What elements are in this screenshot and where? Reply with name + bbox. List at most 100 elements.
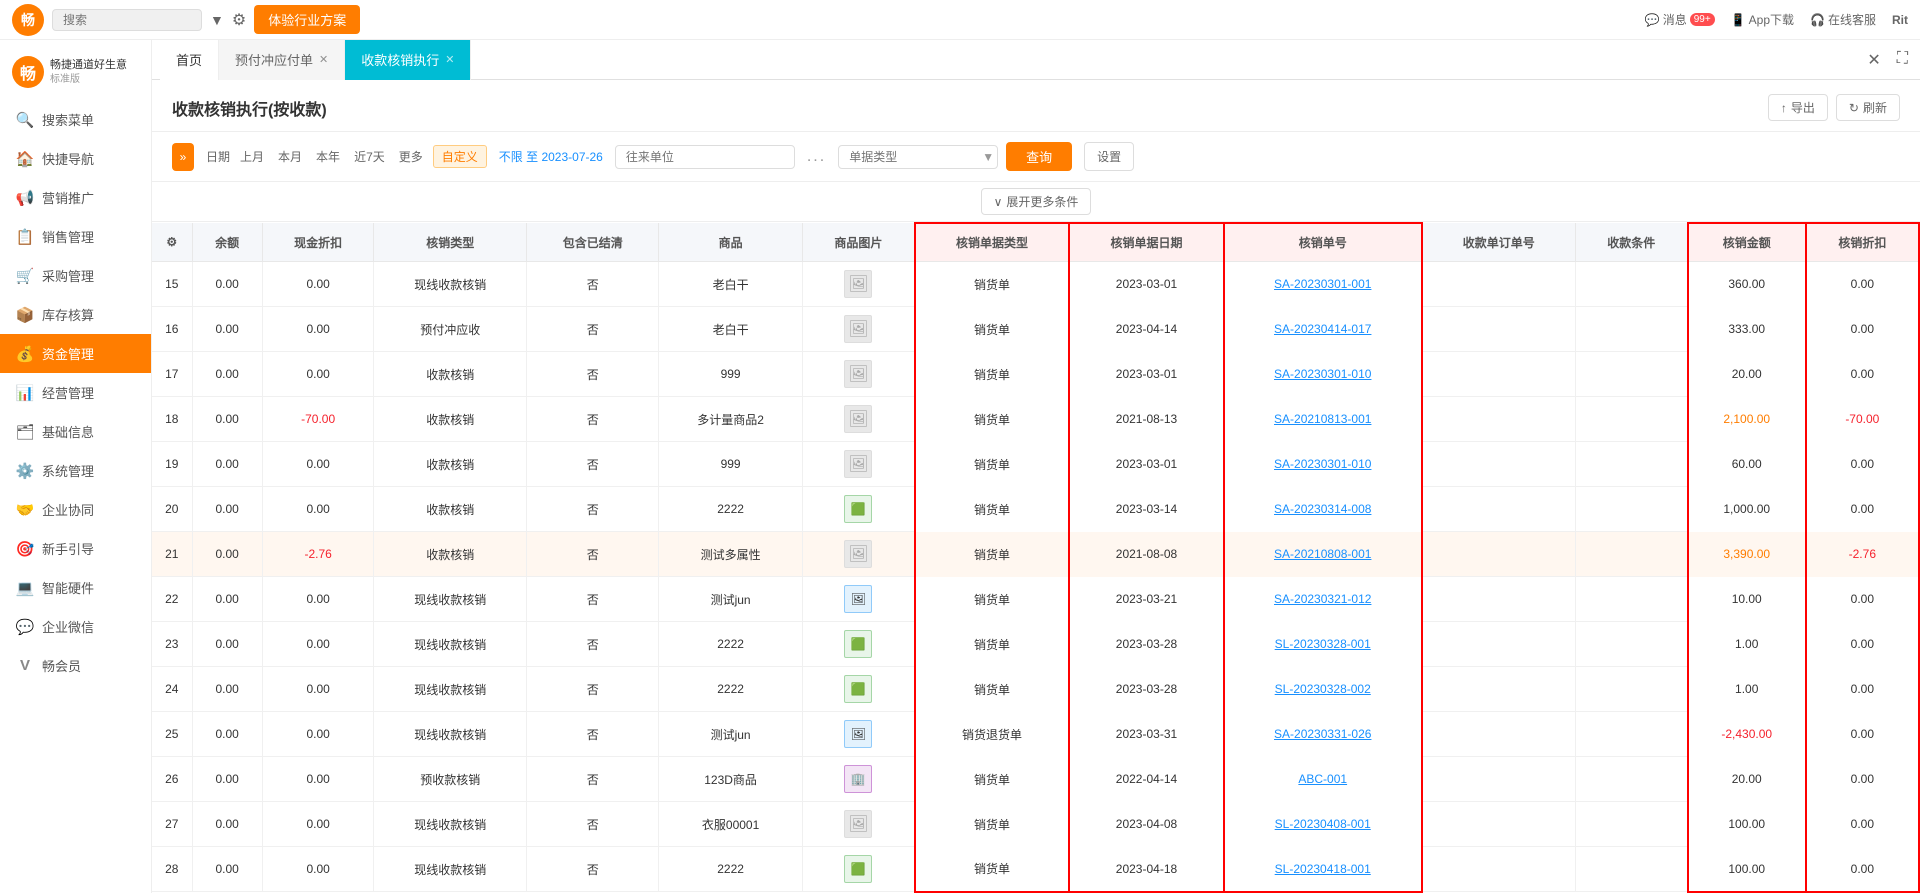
td-writeoff-doc-no[interactable]: ABC-001 [1224,757,1422,802]
td-include-settled: 否 [527,577,659,622]
td-writeoff-doc-no[interactable]: SA-20230321-012 [1224,577,1422,622]
td-writeoff-doc-type: 销货单 [915,757,1069,802]
td-receipt-condition [1575,307,1687,352]
voucher-type-filter[interactable] [838,145,998,169]
messages-area[interactable]: 💬 消息 99+ [1645,11,1715,28]
td-balance: 0.00 [192,712,262,757]
export-button[interactable]: ↑ 导出 [1768,94,1828,121]
online-service-link[interactable]: 🎧 在线客服 [1810,11,1876,28]
td-receipt-order-no [1422,667,1576,712]
td-writeoff-discount: 0.00 [1806,622,1919,667]
td-writeoff-amount: 1.00 [1688,667,1806,712]
partner-filter-input[interactable] [615,145,795,169]
sidebar-item-collab[interactable]: 🤝企业协同 [0,490,151,529]
settings-button[interactable]: 设置 [1084,142,1134,171]
last-month-button[interactable]: 上月 [236,146,268,167]
td-receipt-condition [1575,802,1687,847]
td-writeoff-discount: 0.00 [1806,847,1919,892]
sidebar-item-marketing[interactable]: 📢营销推广 [0,178,151,217]
tab-prepay[interactable]: 预付冲应付单 ✕ [219,40,345,80]
sidebar-item-newbie[interactable]: 🎯新手引导 [0,529,151,568]
expand-more-button[interactable]: ∨ 展开更多条件 [981,188,1092,215]
td-writeoff-discount: 0.00 [1806,307,1919,352]
app-download-link[interactable]: 📱 App下载 [1731,11,1794,28]
tab-expand-icon[interactable]: ⛶ [1893,50,1912,70]
voucher-dropdown-arrow[interactable]: ▼ [982,150,994,164]
td-writeoff-doc-no[interactable]: SA-20210813-001 [1224,397,1422,442]
user-label[interactable]: Rit [1892,13,1908,27]
td-writeoff-doc-no[interactable]: SA-20210808-001 [1224,532,1422,577]
sidebar-item-shortcut[interactable]: 🏠快捷导航 [0,139,151,178]
sidebar-item-finance[interactable]: 💰资金管理 [0,334,151,373]
tab-writeoff-close[interactable]: ✕ [445,53,454,66]
sidebar-item-operations[interactable]: 📊经营管理 [0,373,151,412]
custom-date-button[interactable]: 自定义 [433,145,487,168]
product-image: 🖼 [844,585,872,613]
td-writeoff-amount: 100.00 [1688,847,1806,892]
this-month-button[interactable]: 本月 [274,146,306,167]
sidebar-item-wechat[interactable]: 💬企业微信 [0,607,151,646]
headset-icon: 🎧 [1810,13,1825,27]
top-bar-right: 💬 消息 99+ 📱 App下载 🎧 在线客服 Rit [1645,11,1908,28]
table-header-row: ⚙ 余额 现金折扣 核销类型 包含已结清 商品 商品图片 核销单据类型 核销单据… [152,223,1919,262]
this-year-button[interactable]: 本年 [312,146,344,167]
tab-writeoff[interactable]: 收款核销执行 ✕ [345,40,471,80]
last7days-button[interactable]: 近7天 [350,146,389,167]
tab-prepay-close[interactable]: ✕ [319,53,328,66]
td-product: 2222 [659,847,803,892]
more-date-button[interactable]: 更多 [395,146,427,167]
th-settings[interactable]: ⚙ [152,223,192,262]
td-row-no: 20 [152,487,192,532]
td-receipt-condition [1575,622,1687,667]
td-writeoff-doc-no[interactable]: SA-20230314-008 [1224,487,1422,532]
sidebar-item-label: 搜索菜单 [42,110,94,129]
td-writeoff-doc-no[interactable]: SL-20230408-001 [1224,802,1422,847]
sidebar-item-member[interactable]: V畅会员 [0,646,151,685]
sidebar-item-hardware[interactable]: 💻智能硬件 [0,568,151,607]
sidebar-item-basic[interactable]: 🗂基础信息 [0,412,151,451]
td-writeoff-doc-no[interactable]: SA-20230301-010 [1224,442,1422,487]
td-writeoff-doc-no[interactable]: SA-20230301-001 [1224,262,1422,307]
industry-solution-button[interactable]: 体验行业方案 [254,5,360,34]
td-writeoff-doc-no[interactable]: SA-20230301-010 [1224,352,1422,397]
td-cash-discount: -2.76 [262,532,374,577]
table-wrapper: ⚙ 余额 现金折扣 核销类型 包含已结清 商品 商品图片 核销单据类型 核销单据… [152,222,1920,893]
td-writeoff-doc-date: 2023-03-01 [1069,352,1223,397]
main-area: 首页 预付冲应付单 ✕ 收款核销执行 ✕ ✕ ⛶ 收款核销执行(按收款) ↑ [152,40,1920,893]
td-balance: 0.00 [192,577,262,622]
tab-prepay-label: 预付冲应付单 [235,50,313,69]
td-writeoff-doc-no[interactable]: SL-20230328-002 [1224,667,1422,712]
refresh-button[interactable]: ↻ 刷新 [1836,94,1900,121]
th-receipt-condition: 收款条件 [1575,223,1687,262]
sidebar-item-purchase[interactable]: 🛒采购管理 [0,256,151,295]
td-product: 测试jun [659,712,803,757]
sidebar-item-search[interactable]: 🔍搜索菜单 [0,100,151,139]
settings-icon[interactable]: ⚙ [232,10,246,30]
td-writeoff-doc-no[interactable]: SA-20230331-026 [1224,712,1422,757]
td-writeoff-discount: 0.00 [1806,487,1919,532]
td-writeoff-amount: 60.00 [1688,442,1806,487]
td-receipt-order-no [1422,487,1576,532]
td-receipt-order-no [1422,802,1576,847]
td-receipt-condition [1575,577,1687,622]
td-product-img: 🟩 [802,622,914,667]
sidebar-item-inventory[interactable]: 📦库存核算 [0,295,151,334]
td-product-img: 🖼 [802,262,914,307]
td-writeoff-discount: 0.00 [1806,667,1919,712]
sidebar-item-system[interactable]: ⚙️系统管理 [0,451,151,490]
td-writeoff-doc-no[interactable]: SL-20230328-001 [1224,622,1422,667]
query-button[interactable]: 查询 [1006,142,1072,171]
tab-close-icon[interactable]: ✕ [1863,50,1884,70]
filter-collapse-button[interactable]: » [172,143,194,171]
tab-home[interactable]: 首页 [160,40,219,80]
search-input[interactable] [52,9,202,31]
chevron-down-icon[interactable]: ▼ [210,12,224,28]
td-cash-discount: 0.00 [262,757,374,802]
td-writeoff-type: 现线收款核销 [374,847,527,892]
sidebar-item-sales[interactable]: 📋销售管理 [0,217,151,256]
td-writeoff-amount: 100.00 [1688,802,1806,847]
td-writeoff-doc-no[interactable]: SL-20230418-001 [1224,847,1422,892]
sidebar-item-label: 快捷导航 [42,149,94,168]
td-product: 999 [659,442,803,487]
td-writeoff-doc-no[interactable]: SA-20230414-017 [1224,307,1422,352]
